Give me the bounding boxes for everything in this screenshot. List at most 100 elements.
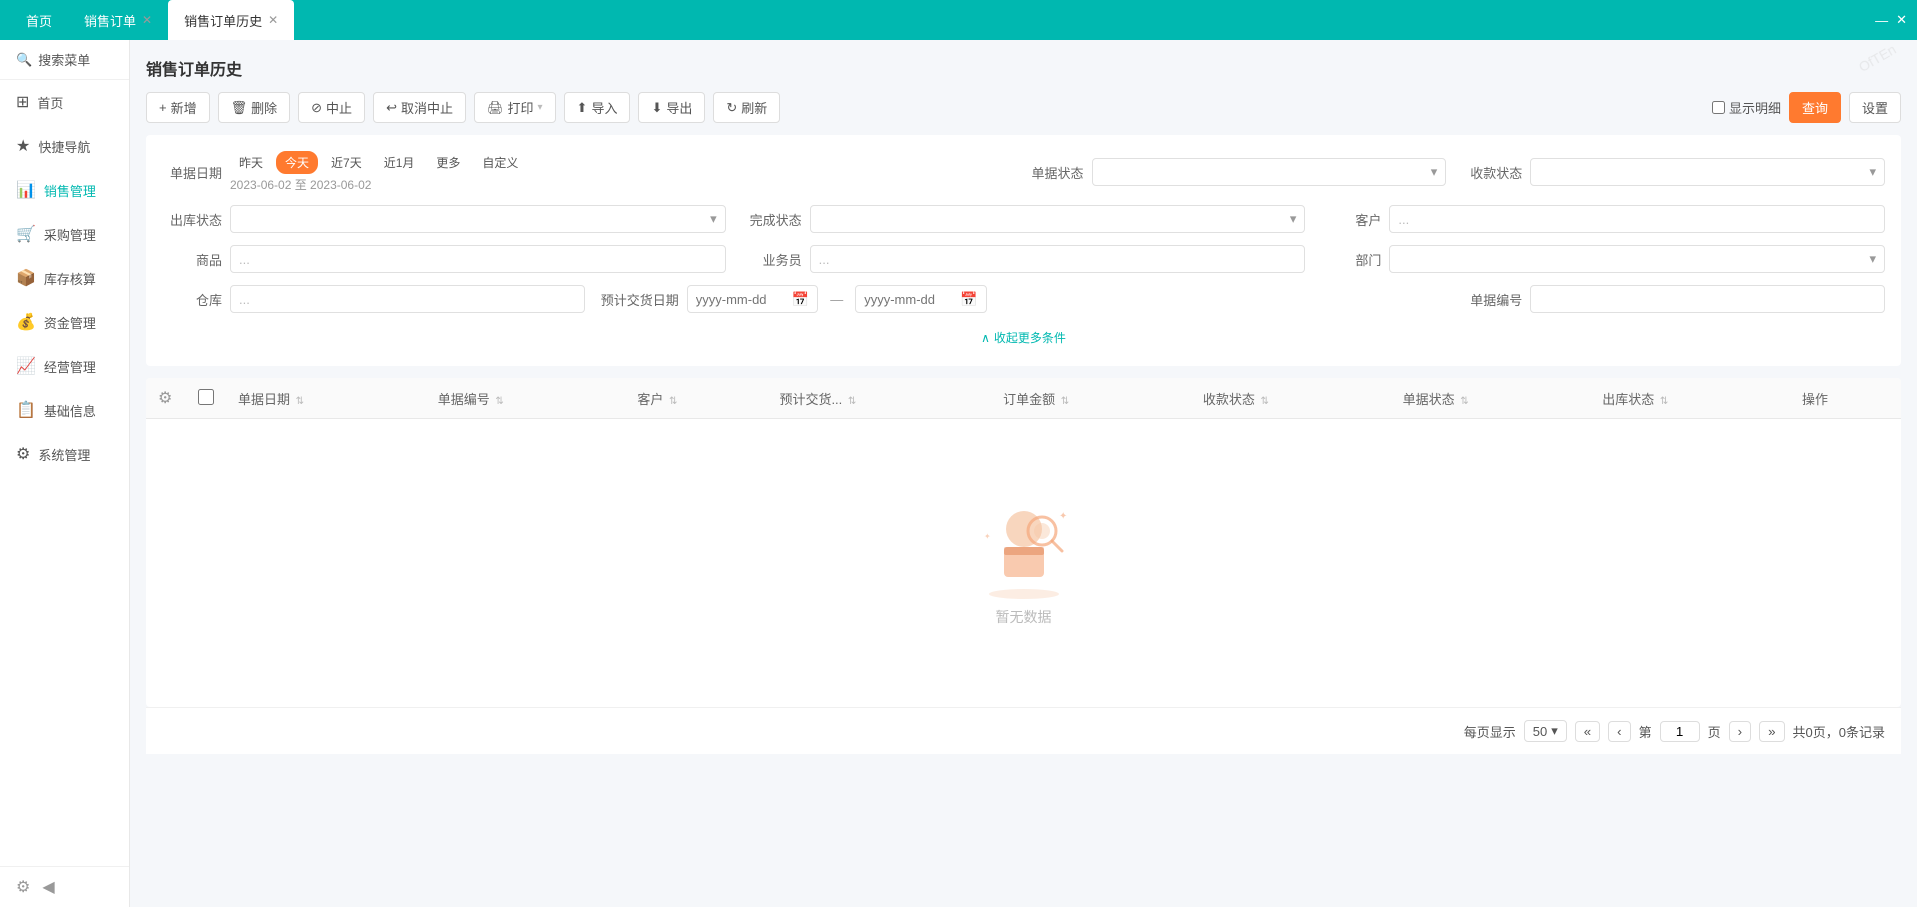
th-bill-date: 单据日期 ⇅ <box>226 378 426 419</box>
delete-button[interactable]: 🗑 删除 <box>218 92 291 123</box>
sidebar-item-purchase-label: 采购管理 <box>44 225 96 244</box>
tab-sales-history[interactable]: 销售订单历史 ✕ <box>168 0 294 40</box>
page-size-select[interactable]: 50 ▾ <box>1524 720 1567 742</box>
last-page-btn[interactable]: » <box>1759 721 1784 742</box>
sidebar-item-quicknav[interactable]: ★ 快捷导航 <box>0 124 129 168</box>
sort-icon-delivery[interactable]: ⇅ <box>848 396 856 407</box>
delivery-date-end-input[interactable] <box>864 292 954 307</box>
window-minimize[interactable]: — <box>1875 13 1888 28</box>
export-label: 导出 <box>666 98 692 117</box>
page-label-before: 第 <box>1639 722 1652 741</box>
tab-sales-history-close[interactable]: ✕ <box>268 13 278 27</box>
tab-sales-order[interactable]: 销售订单 ✕ <box>68 0 168 40</box>
collapse-bar[interactable]: ∧ 收起更多条件 <box>162 325 1885 350</box>
next-page-btn[interactable]: › <box>1729 721 1751 742</box>
table-header-row: ⚙ 单据日期 ⇅ 单据编号 ⇅ <box>146 378 1901 419</box>
date-btn-7days[interactable]: 近7天 <box>322 151 371 174</box>
sidebar-item-purchase[interactable]: 🛒 采购管理 <box>0 212 129 256</box>
salesperson-label: 业务员 <box>742 250 802 269</box>
page-input[interactable] <box>1660 721 1700 742</box>
first-page-btn[interactable]: « <box>1575 721 1600 742</box>
warehouse-input[interactable]: ... <box>230 285 585 313</box>
sidebar-search[interactable]: 🔍 搜索菜单 <box>0 40 129 80</box>
trend-icon: 📈 <box>16 356 36 376</box>
tab-sales-order-close[interactable]: ✕ <box>142 13 152 27</box>
warehouse-label: 仓库 <box>162 290 222 309</box>
department-select[interactable]: ▾ <box>1389 245 1885 273</box>
bill-status-select[interactable]: ▾ <box>1092 158 1447 186</box>
filter-row-3: 商品 ... 业务员 ... 部门 ▾ <box>162 245 1885 273</box>
table-settings-icon[interactable]: ⚙ <box>158 390 172 407</box>
sort-icon-receipt-status[interactable]: ⇅ <box>1261 396 1269 407</box>
refresh-label: 刷新 <box>741 98 767 117</box>
window-close[interactable]: ✕ <box>1896 12 1907 28</box>
sidebar-item-inventory[interactable]: 📦 库存核算 <box>0 256 129 300</box>
toolbar: + 新增 🗑 删除 ⊘ 中止 ↩ 取消中止 🖨 打印 ▾ ⬆ 导 <box>146 92 1901 123</box>
salesperson-input[interactable]: ... <box>810 245 1306 273</box>
sidebar-item-finance[interactable]: 💰 资金管理 <box>0 300 129 344</box>
content-area: 销售订单历史 + 新增 🗑 删除 ⊘ 中止 ↩ 取消中止 🖨 打印 ▾ <box>130 40 1917 907</box>
date-buttons: 昨天 今天 近7天 近1月 更多 自定义 <box>230 151 1008 174</box>
settings-icon[interactable]: ⚙ <box>16 877 30 897</box>
customer-label: 客户 <box>1321 210 1381 229</box>
delivery-date-label: 预计交货日期 <box>601 290 679 309</box>
date-btn-custom[interactable]: 自定义 <box>473 151 527 174</box>
page-label: 页 <box>1708 722 1721 741</box>
sort-icon-bill-number[interactable]: ⇅ <box>495 396 503 407</box>
date-btn-today[interactable]: 今天 <box>276 151 318 174</box>
print-button[interactable]: 🖨 打印 ▾ <box>474 92 556 123</box>
sort-icon-bill-status[interactable]: ⇅ <box>1460 396 1468 407</box>
stop-label: 中止 <box>326 98 352 117</box>
out-status-select[interactable]: ▾ <box>230 205 726 233</box>
tab-home[interactable]: 首页 <box>10 0 68 40</box>
sidebar-item-system[interactable]: ⚙ 系统管理 <box>0 432 129 476</box>
sort-icon-bill-date[interactable]: ⇅ <box>296 396 304 407</box>
customer-input[interactable]: ... <box>1389 205 1885 233</box>
receipt-status-select[interactable]: ▾ <box>1530 158 1885 186</box>
delivery-date-start-input[interactable] <box>696 292 786 307</box>
select-all-checkbox[interactable] <box>198 389 214 405</box>
date-btn-1month[interactable]: 近1月 <box>375 151 424 174</box>
sidebar-item-home[interactable]: ⊞ 首页 <box>0 80 129 124</box>
filter-panel: 单据日期 昨天 今天 近7天 近1月 更多 自定义 2023-06-02 至 2… <box>146 135 1901 366</box>
date-btn-more[interactable]: 更多 <box>427 151 469 174</box>
sidebar-item-quicknav-label: 快捷导航 <box>38 137 90 156</box>
add-button[interactable]: + 新增 <box>146 92 210 123</box>
total-text: 共0页，0条记录 <box>1793 722 1885 741</box>
display-detail-checkbox[interactable] <box>1712 101 1725 114</box>
stop-button[interactable]: ⊘ 中止 <box>298 92 365 123</box>
date-label: 单据日期 <box>162 163 222 182</box>
print-dropdown-icon: ▾ <box>538 102 543 113</box>
sort-icon-out-status[interactable]: ⇅ <box>1660 396 1668 407</box>
sidebar-item-operation[interactable]: 📈 经营管理 <box>0 344 129 388</box>
tab-sales-order-label: 销售订单 <box>84 11 136 30</box>
refresh-button[interactable]: ↻ 刷新 <box>713 92 780 123</box>
bill-number-input[interactable] <box>1530 285 1885 313</box>
collapse-sidebar-icon[interactable]: ◀ <box>42 877 54 897</box>
sort-icon-customer[interactable]: ⇅ <box>669 396 677 407</box>
complete-status-select[interactable]: ▾ <box>810 205 1306 233</box>
delivery-date-end-group[interactable]: 📅 <box>855 285 986 313</box>
page-title: 销售订单历史 <box>146 56 1901 80</box>
th-customer: 客户 ⇅ <box>625 378 767 419</box>
list-icon: 📋 <box>16 400 36 420</box>
filter-product-item: 商品 ... <box>162 245 726 273</box>
sidebar-item-sales[interactable]: 📊 销售管理 <box>0 168 129 212</box>
import-button[interactable]: ⬆ 导入 <box>564 92 631 123</box>
sort-icon-amount[interactable]: ⇅ <box>1061 396 1069 407</box>
export-button[interactable]: ⬇ 导出 <box>638 92 705 123</box>
cancel-stop-button[interactable]: ↩ 取消中止 <box>373 92 466 123</box>
empty-illustration: ✦ ✦ <box>964 499 1084 599</box>
product-input[interactable]: ... <box>230 245 726 273</box>
date-range-display: 2023-06-02 至 2023-06-02 <box>230 176 1008 193</box>
calendar-start-icon[interactable]: 📅 <box>792 291 809 308</box>
sidebar-item-base[interactable]: 📋 基础信息 <box>0 388 129 432</box>
settings-button[interactable]: 设置 <box>1849 92 1901 123</box>
sidebar-item-home-label: 首页 <box>37 93 63 112</box>
calendar-end-icon[interactable]: 📅 <box>960 291 977 308</box>
prev-page-btn[interactable]: ‹ <box>1608 721 1630 742</box>
query-button[interactable]: 查询 <box>1789 92 1841 123</box>
date-btn-yesterday[interactable]: 昨天 <box>230 151 272 174</box>
customer-dots: ... <box>1398 212 1409 227</box>
delivery-date-start-group[interactable]: 📅 <box>687 285 818 313</box>
